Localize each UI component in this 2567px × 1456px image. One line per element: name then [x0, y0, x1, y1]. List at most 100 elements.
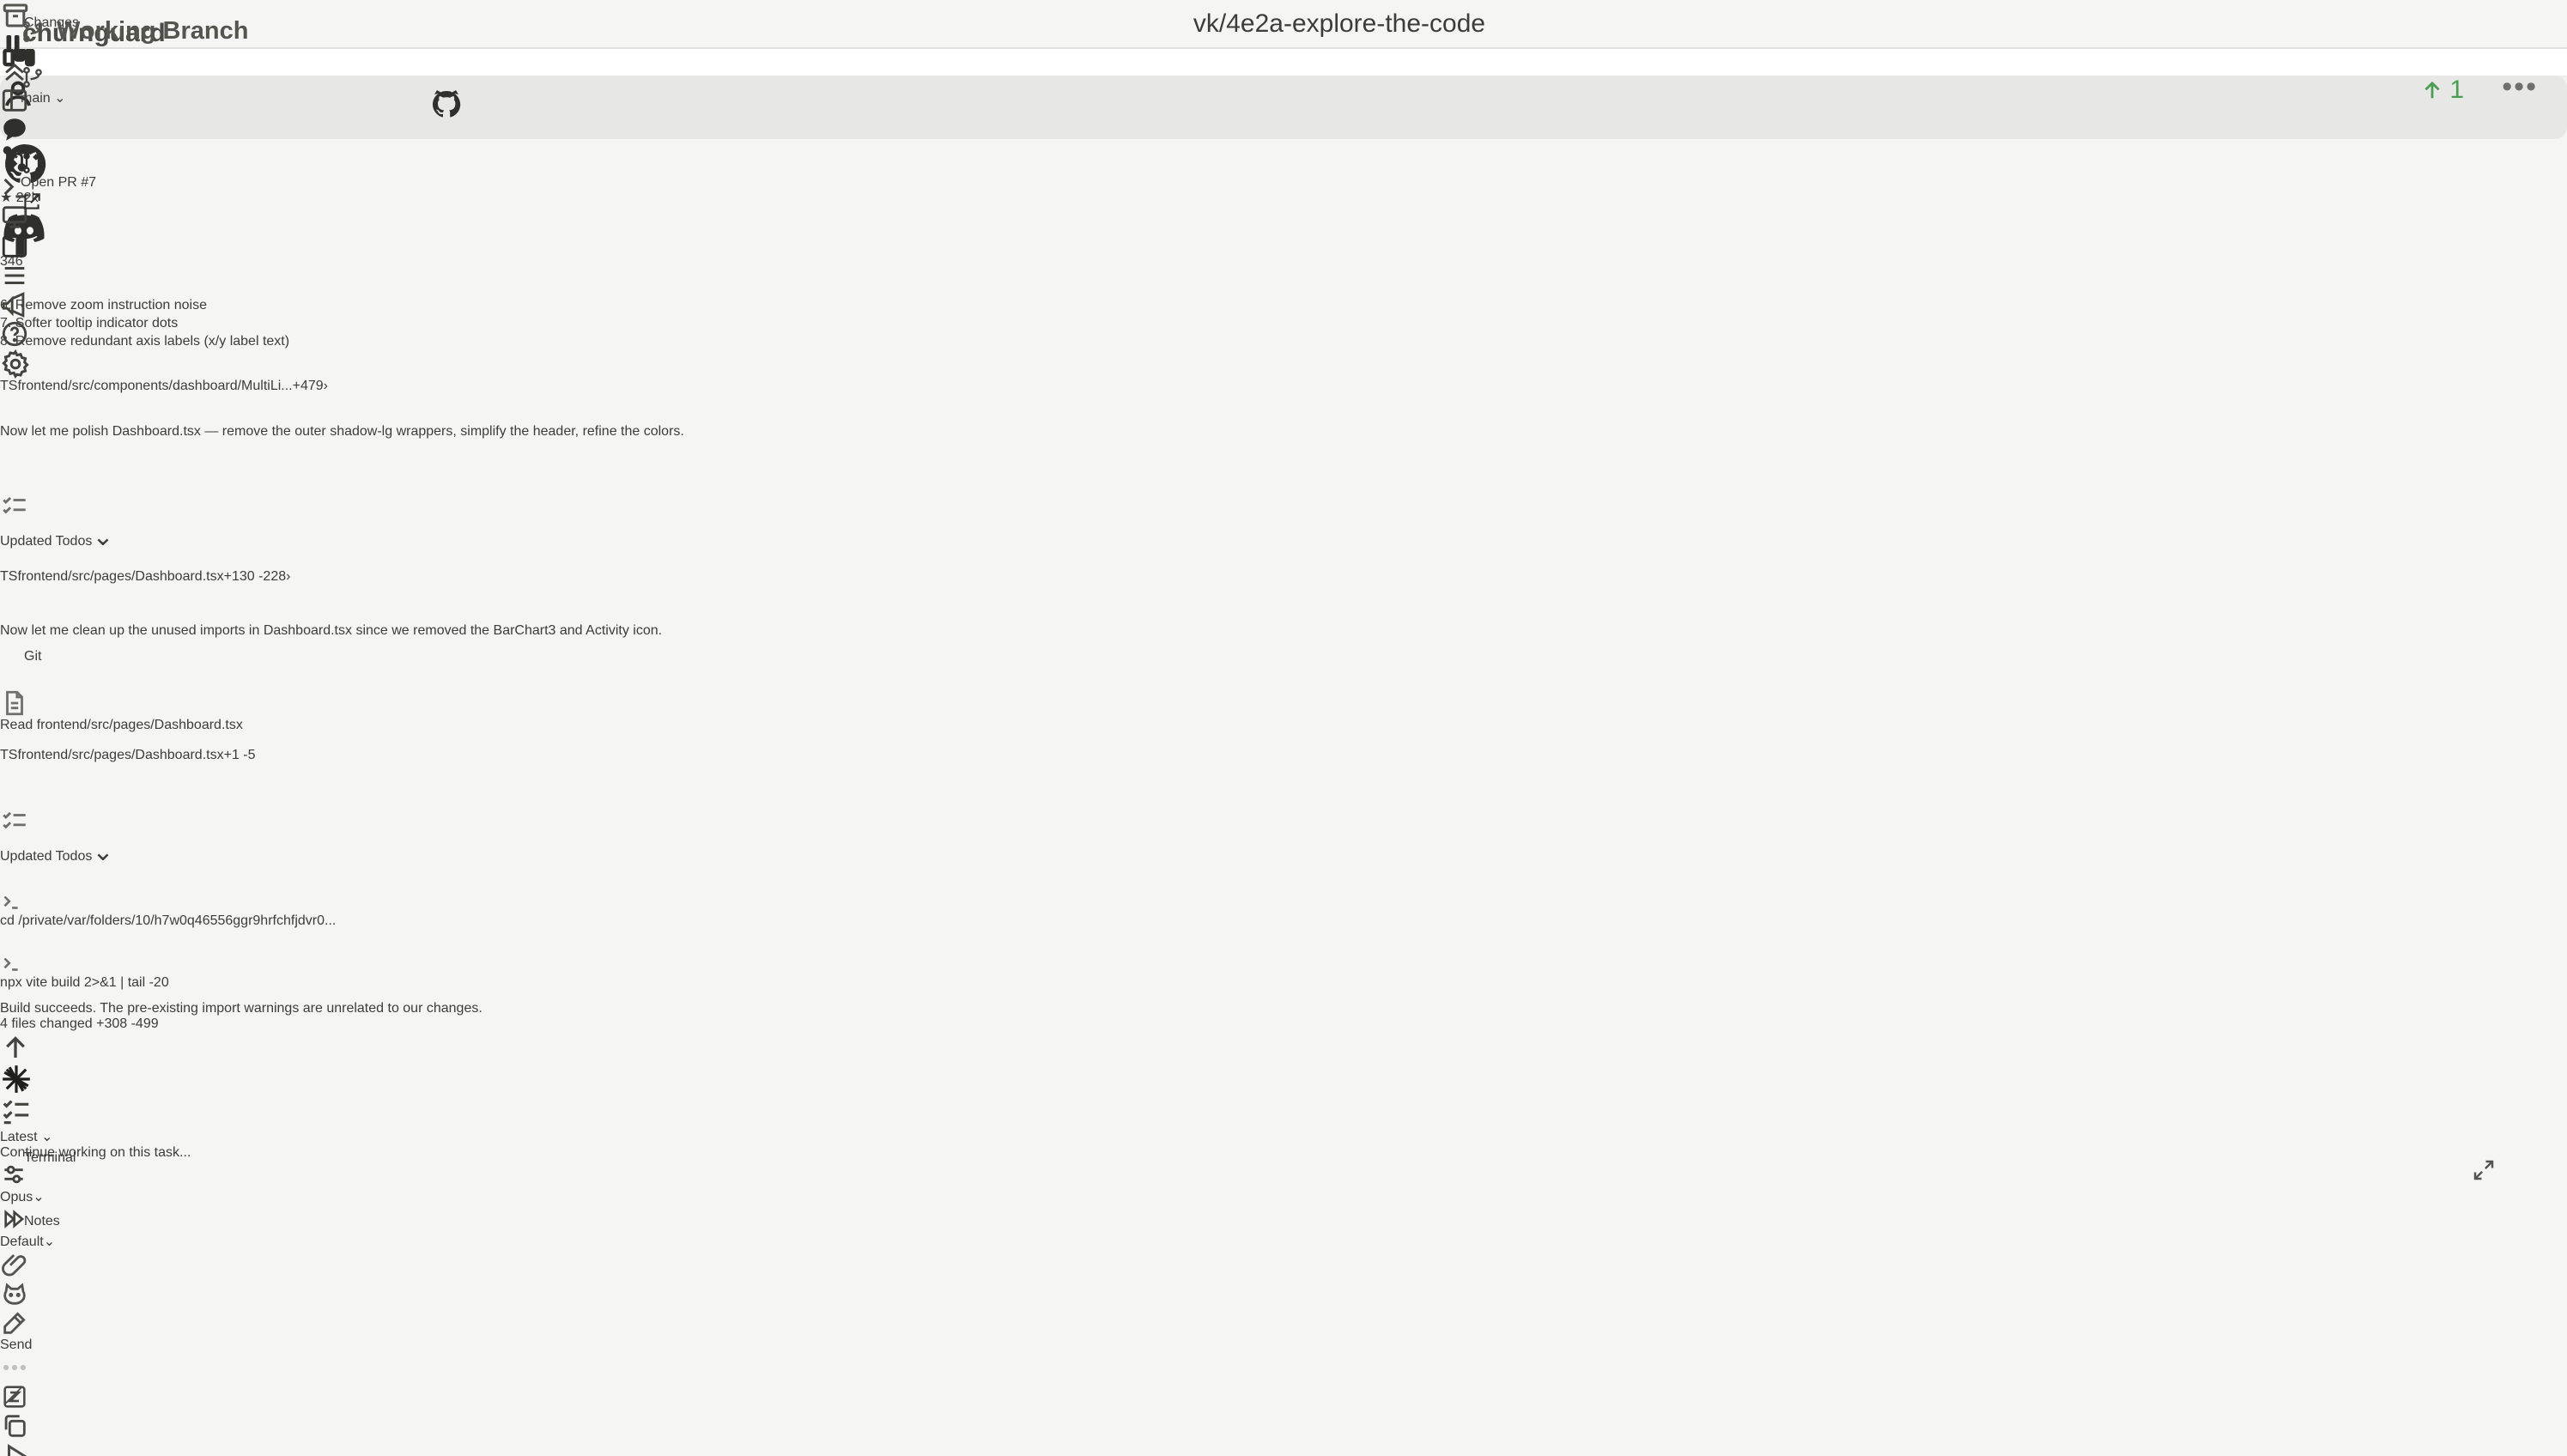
- chevron-down-icon: ⌄: [44, 1235, 55, 1249]
- more-dots-icon[interactable]: [0, 1353, 2567, 1382]
- file-path: frontend/src/components/dashboard/MultiL…: [17, 379, 292, 393]
- composer-toolbar: Opus⌄ Default⌄ Send: [0, 1161, 2567, 1353]
- text-span: Now let me clean up the unused imports i…: [0, 623, 494, 638]
- github-cat-icon[interactable]: [426, 86, 467, 127]
- updated-todos-row[interactable]: Updated Todos⌄: [0, 493, 2567, 552]
- monitor-icon[interactable]: [0, 203, 2567, 232]
- deleted-count: -5: [243, 748, 255, 762]
- added-count: +479: [293, 379, 324, 393]
- chat-message-text: Now let me polish Dashboard.tsx — remove…: [0, 424, 2567, 440]
- ahead-count: 1: [2449, 76, 2464, 105]
- file-stats: +1 -5: [224, 748, 256, 762]
- terminal-command-row[interactable]: npx vite build 2>&1 | tail -20: [0, 953, 2567, 991]
- message-hover-toolbar: [0, 1353, 2567, 1456]
- message-input[interactable]: Continue working on this task...: [0, 1145, 2567, 1161]
- terminal-section-title: Terminal: [24, 1150, 76, 1166]
- checklist-icon: [0, 493, 29, 522]
- open-pr-button[interactable]: Open PR #7: [21, 151, 96, 213]
- terminal-command-row[interactable]: cd /private/var/folders/10/h7w0q46556ggr…: [0, 891, 2567, 929]
- attach-icon[interactable]: [0, 1250, 2567, 1279]
- command-text: npx vite build 2>&1 | tail -20: [0, 975, 169, 990]
- chevron-down-icon: ⌄: [92, 838, 113, 866]
- terminal-icon: [0, 891, 2567, 913]
- mode-dropdown[interactable]: Default⌄: [0, 1235, 55, 1249]
- updated-todos-label: Updated Todos: [0, 849, 92, 864]
- collapse-up-icon[interactable]: [0, 57, 2567, 86]
- composer-status-row: 4 files changed +308 -499 Latest ⌄: [0, 1016, 2567, 1145]
- terminal-icon: [0, 953, 2567, 975]
- inline-code: BarChart3: [494, 623, 556, 638]
- text-span: and: [555, 623, 586, 638]
- ts-file-icon: TS: [0, 379, 17, 393]
- chevron-down-icon: ⌄: [54, 91, 65, 106]
- files-changed-chip[interactable]: 4 files changed +308 -499: [0, 1016, 159, 1031]
- settings-sliders-button[interactable]: [0, 1161, 2567, 1188]
- panel-left-icon[interactable]: [0, 86, 2567, 115]
- menu-icon[interactable]: [0, 261, 2567, 290]
- megaphone-icon[interactable]: [0, 290, 2567, 319]
- commits-ahead[interactable]: 1: [2420, 76, 2464, 105]
- file-stats: +479: [293, 379, 324, 393]
- git-compare-icon[interactable]: [0, 144, 2567, 173]
- inline-code: Activity: [586, 623, 629, 638]
- spark-icon[interactable]: [0, 1063, 2567, 1095]
- branch-dropdown[interactable]: main ⌄: [21, 65, 66, 106]
- terminal-icon[interactable]: [0, 173, 2567, 203]
- version-dropdown[interactable]: Latest ⌄: [0, 1130, 52, 1144]
- gear-icon[interactable]: [0, 349, 2567, 379]
- file-change-chip[interactable]: TSfrontend/src/pages/Dashboard.tsx+130 -…: [0, 569, 2567, 585]
- deleted-count: -228: [258, 569, 286, 584]
- inline-code: Dashboard.tsx: [112, 424, 201, 439]
- panel-right-filled-icon[interactable]: [0, 232, 2567, 261]
- open-pr-label: Open PR #7: [21, 175, 96, 190]
- scroll-up-icon[interactable]: [0, 1032, 2567, 1063]
- help-icon[interactable]: [0, 319, 2567, 349]
- play-icon[interactable]: [0, 1441, 2567, 1456]
- fast-forward-button[interactable]: [0, 1205, 2567, 1233]
- chevron-right-icon: ›: [286, 569, 290, 584]
- notes-section-title: Notes: [24, 1214, 60, 1229]
- version-label: Latest: [0, 1130, 38, 1144]
- pen-icon[interactable]: [0, 1308, 2567, 1338]
- composer: 4 files changed +308 -499 Latest ⌄ Conti…: [0, 1016, 2567, 1353]
- file-change-chip[interactable]: TSfrontend/src/pages/Dashboard.tsx+1 -5: [0, 748, 2567, 763]
- text-span: wrappers, simplify the header, refine th…: [392, 424, 684, 439]
- chat-message-text: Build succeeds. The pre-existing import …: [0, 1001, 2567, 1016]
- files-deleted-count: -499: [131, 1016, 159, 1031]
- updated-todos-row[interactable]: Updated Todos⌄: [0, 808, 2567, 867]
- model-label: Opus: [0, 1190, 33, 1204]
- file-change-chip[interactable]: TSfrontend/src/components/dashboard/Mult…: [0, 379, 2567, 394]
- file-stats: +130 -228: [224, 569, 287, 584]
- more-dots-icon[interactable]: •••: [2502, 70, 2538, 104]
- text-span: icon.: [629, 623, 662, 638]
- branch-label: main: [21, 91, 51, 106]
- text-span: Now let me polish: [0, 424, 112, 439]
- checklist-icon: [0, 808, 29, 837]
- todos-status-icon[interactable]: [0, 1095, 2567, 1128]
- ts-file-icon: TS: [0, 748, 17, 762]
- chat-bubble-icon[interactable]: [0, 115, 2567, 144]
- chevron-down-icon: ⌄: [92, 523, 113, 551]
- chat-thread: 6. Remove zoom instruction noise7. Softe…: [0, 298, 2567, 1016]
- files-changed-label: 4 files changed: [0, 1016, 93, 1031]
- expand-terminal-icon[interactable]: [2471, 1157, 2497, 1183]
- send-button[interactable]: Send: [0, 1338, 32, 1352]
- cat-icon[interactable]: [0, 1279, 2567, 1308]
- read-file-row[interactable]: Read frontend/src/pages/Dashboard.tsx: [0, 689, 2567, 733]
- read-file-label: Read frontend/src/pages/Dashboard.tsx: [0, 718, 243, 732]
- app-window: vk/4e2a-explore-the-code: [0, 0, 2567, 1456]
- files-added-count: +308: [96, 1016, 127, 1031]
- titlebar: vk/4e2a-explore-the-code: [0, 0, 2567, 49]
- text-span: — remove the outer: [201, 424, 330, 439]
- copy-icon[interactable]: [0, 1411, 2567, 1441]
- mode-label: Default: [0, 1235, 44, 1249]
- chevron-down-icon: ⌄: [41, 1130, 52, 1144]
- sketch-icon[interactable]: [0, 1382, 2567, 1411]
- added-count: +1: [224, 748, 240, 762]
- added-count: +130: [224, 569, 255, 584]
- updated-todos-label: Updated Todos: [0, 534, 92, 549]
- model-dropdown[interactable]: Opus⌄: [0, 1190, 45, 1204]
- inline-code: shadow-lg: [330, 424, 392, 439]
- git-section-title: Git: [24, 649, 41, 664]
- command-text: cd /private/var/folders/10/h7w0q46556ggr…: [0, 913, 336, 928]
